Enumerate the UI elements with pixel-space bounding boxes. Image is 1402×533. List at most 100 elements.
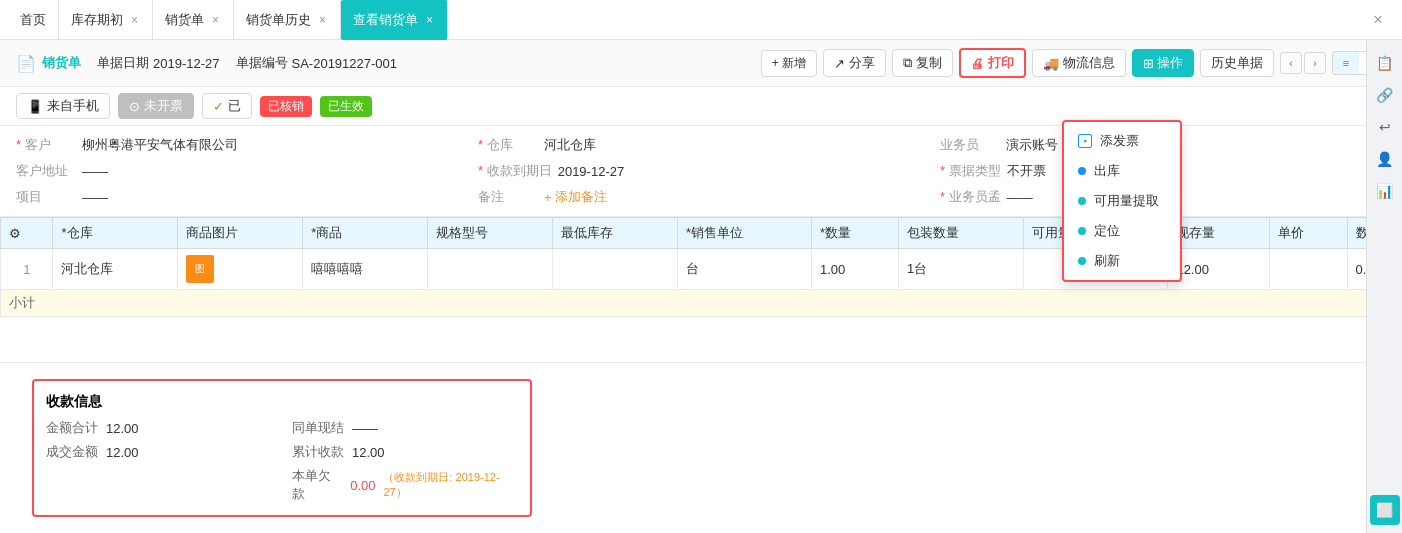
- row-stock: 12.00: [1168, 249, 1269, 290]
- tab-bar: 首页 库存期初 × 销货单 × 销货单历史 × 查看销货单 × ×: [0, 0, 1402, 40]
- confirm-check-button[interactable]: ✓ 已: [202, 93, 252, 119]
- salesperson2-value: ——: [1007, 190, 1033, 205]
- tab-home[interactable]: 首页: [8, 0, 59, 40]
- sidebar-icon-2[interactable]: 🔗: [1370, 80, 1400, 110]
- locate-dot: [1078, 227, 1086, 235]
- copy-icon: ⧉: [903, 55, 912, 71]
- next-arrow[interactable]: ›: [1304, 52, 1326, 74]
- col-image: 商品图片: [178, 218, 303, 249]
- cancelled-badge: 已核销: [260, 96, 312, 117]
- sidebar-icon-5[interactable]: 📊: [1370, 176, 1400, 206]
- print-button[interactable]: 🖨 打印: [959, 48, 1026, 78]
- ticket-label: 票据类型: [940, 162, 1001, 180]
- history-button[interactable]: 历史单据: [1200, 49, 1274, 77]
- truck-icon: 🚚: [1043, 56, 1059, 71]
- customer-label: 客户: [16, 136, 76, 154]
- accumulated-label: 累计收款: [292, 443, 344, 461]
- address-value: ——: [82, 164, 108, 179]
- row-num: 1: [1, 249, 53, 290]
- product-table-wrapper: ⚙ *仓库 商品图片 *商品 规格型号 最低库存 *销售单位 *数量 包装数量 …: [0, 217, 1402, 363]
- tab-sales-close[interactable]: ×: [210, 13, 221, 27]
- dropdown-outbound[interactable]: 出库: [1064, 156, 1180, 186]
- payment-box: 收款信息 金额合计 12.00 同单现结 —— 成交金额 12.00: [32, 379, 532, 517]
- toolbar-right: + 新增 ↗ 分享 ⧉ 复制 🖨 打印 🚚 物流信息: [761, 48, 1386, 78]
- new-button[interactable]: + 新增: [761, 50, 817, 77]
- due-note: （收款到期日: 2019-12-27）: [383, 470, 518, 500]
- tab-inventory-close[interactable]: ×: [129, 13, 140, 27]
- invoice-icon: ▪: [1078, 134, 1092, 148]
- prev-arrow[interactable]: ‹: [1280, 52, 1302, 74]
- col-unit: *销售单位: [677, 218, 811, 249]
- sidebar-icon-4[interactable]: 👤: [1370, 144, 1400, 174]
- transaction-label: 成交金额: [46, 443, 98, 461]
- col-product: *商品: [303, 218, 428, 249]
- form-section: 客户 柳州粤港平安气体有限公司 仓库 河北仓库 业务员 演示账号 客户地址 ——…: [0, 126, 1402, 217]
- project-label: 项目: [16, 188, 76, 206]
- col-settings[interactable]: ⚙: [1, 218, 53, 249]
- warehouse-value: 河北仓库: [544, 136, 596, 154]
- doc-title: 📄 销货单: [16, 54, 81, 73]
- tab-inventory-init[interactable]: 库存期初 ×: [59, 0, 153, 40]
- product-table: ⚙ *仓库 商品图片 *商品 规格型号 最低库存 *销售单位 *数量 包装数量 …: [0, 217, 1402, 317]
- locate-label: 定位: [1094, 222, 1120, 240]
- salesperson2-label: 业务员孟: [940, 188, 1001, 206]
- effective-badge: 已生效: [320, 96, 372, 117]
- tab-view-close[interactable]: ×: [424, 13, 435, 27]
- total-label: 金额合计: [46, 419, 98, 437]
- refresh-label: 刷新: [1094, 252, 1120, 270]
- plus-icon: +: [544, 190, 552, 205]
- dropdown-add-invoice[interactable]: ▪ 添发票: [1064, 126, 1180, 156]
- row-image: 图: [178, 249, 303, 290]
- phone-icon: 📱: [27, 99, 43, 114]
- payment-title: 收款信息: [46, 393, 518, 411]
- row-price: [1269, 249, 1347, 290]
- tab-view-sales[interactable]: 查看销货单 ×: [341, 0, 448, 40]
- row-product: 嘻嘻嘻嘻: [303, 249, 428, 290]
- accumulated-value: 12.00: [352, 445, 385, 460]
- doc-header: 📄 销货单 单据日期 2019-12-27 单据编号 SA-20191227-0…: [0, 40, 1402, 87]
- dropdown-available-qty[interactable]: 可用量提取: [1064, 186, 1180, 216]
- address-row: 客户地址 ——: [16, 162, 462, 180]
- project-value: ——: [82, 190, 108, 205]
- row-warehouse: 河北仓库: [53, 249, 178, 290]
- table-header-row: ⚙ *仓库 商品图片 *商品 规格型号 最低库存 *销售单位 *数量 包装数量 …: [1, 218, 1402, 249]
- grid-icon: ⊞: [1143, 56, 1154, 71]
- tab-sales-history[interactable]: 销货单历史 ×: [234, 0, 341, 40]
- ticket-value: 不开票: [1007, 162, 1046, 180]
- copy-button[interactable]: ⧉ 复制: [892, 49, 953, 77]
- not-open-button[interactable]: ⊙ 未开票: [118, 93, 194, 119]
- action-bar: 📱 来自手机 ⊙ 未开票 ✓ 已 已核销 已生效: [0, 87, 1402, 126]
- operate-button[interactable]: ⊞ 操作: [1132, 49, 1194, 77]
- accumulated-row: 累计收款 12.00: [292, 443, 518, 461]
- doc-number-meta: 单据编号 SA-20191227-001: [236, 54, 398, 72]
- share-icon: ↗: [834, 56, 845, 71]
- transaction-value: 12.00: [106, 445, 139, 460]
- add-invoice-label: 添发票: [1100, 132, 1139, 150]
- sidebar-icon-1[interactable]: 📋: [1370, 48, 1400, 78]
- row-unit: 台: [677, 249, 811, 290]
- logistics-button[interactable]: 🚚 物流信息: [1032, 49, 1126, 77]
- available-qty-label: 可用量提取: [1094, 192, 1159, 210]
- share-button[interactable]: ↗ 分享: [823, 49, 886, 77]
- row-spec: [428, 249, 553, 290]
- warehouse-row: 仓库 河北仓库: [478, 136, 924, 154]
- circle-icon: ⊙: [129, 99, 140, 114]
- col-stock: 现存量: [1168, 218, 1269, 249]
- list-view-button[interactable]: ≡: [1333, 52, 1359, 74]
- number-label: 单据编号: [236, 54, 288, 72]
- window-close-button[interactable]: ×: [1362, 4, 1394, 36]
- dropdown-locate[interactable]: 定位: [1064, 216, 1180, 246]
- same-order-row: 同单现结 ——: [292, 419, 518, 437]
- tab-view-label: 查看销货单: [353, 11, 418, 29]
- tab-history-close[interactable]: ×: [317, 13, 328, 27]
- from-phone-button[interactable]: 📱 来自手机: [16, 93, 110, 119]
- table-row: 1 河北仓库 图 嘻嘻嘻嘻 台 1.00 1台 12.00: [1, 249, 1402, 290]
- dropdown-refresh[interactable]: 刷新: [1064, 246, 1180, 276]
- tab-sales-order[interactable]: 销货单 ×: [153, 0, 234, 40]
- total-value: 12.00: [106, 421, 139, 436]
- due-row: 本单欠款 0.00 （收款到期日: 2019-12-27）: [292, 467, 518, 503]
- sidebar-icon-3[interactable]: ↩: [1370, 112, 1400, 142]
- add-note-button[interactable]: + 添加备注: [544, 188, 607, 206]
- sidebar-icon-6[interactable]: ⬜: [1370, 495, 1400, 525]
- product-image: 图: [186, 255, 214, 283]
